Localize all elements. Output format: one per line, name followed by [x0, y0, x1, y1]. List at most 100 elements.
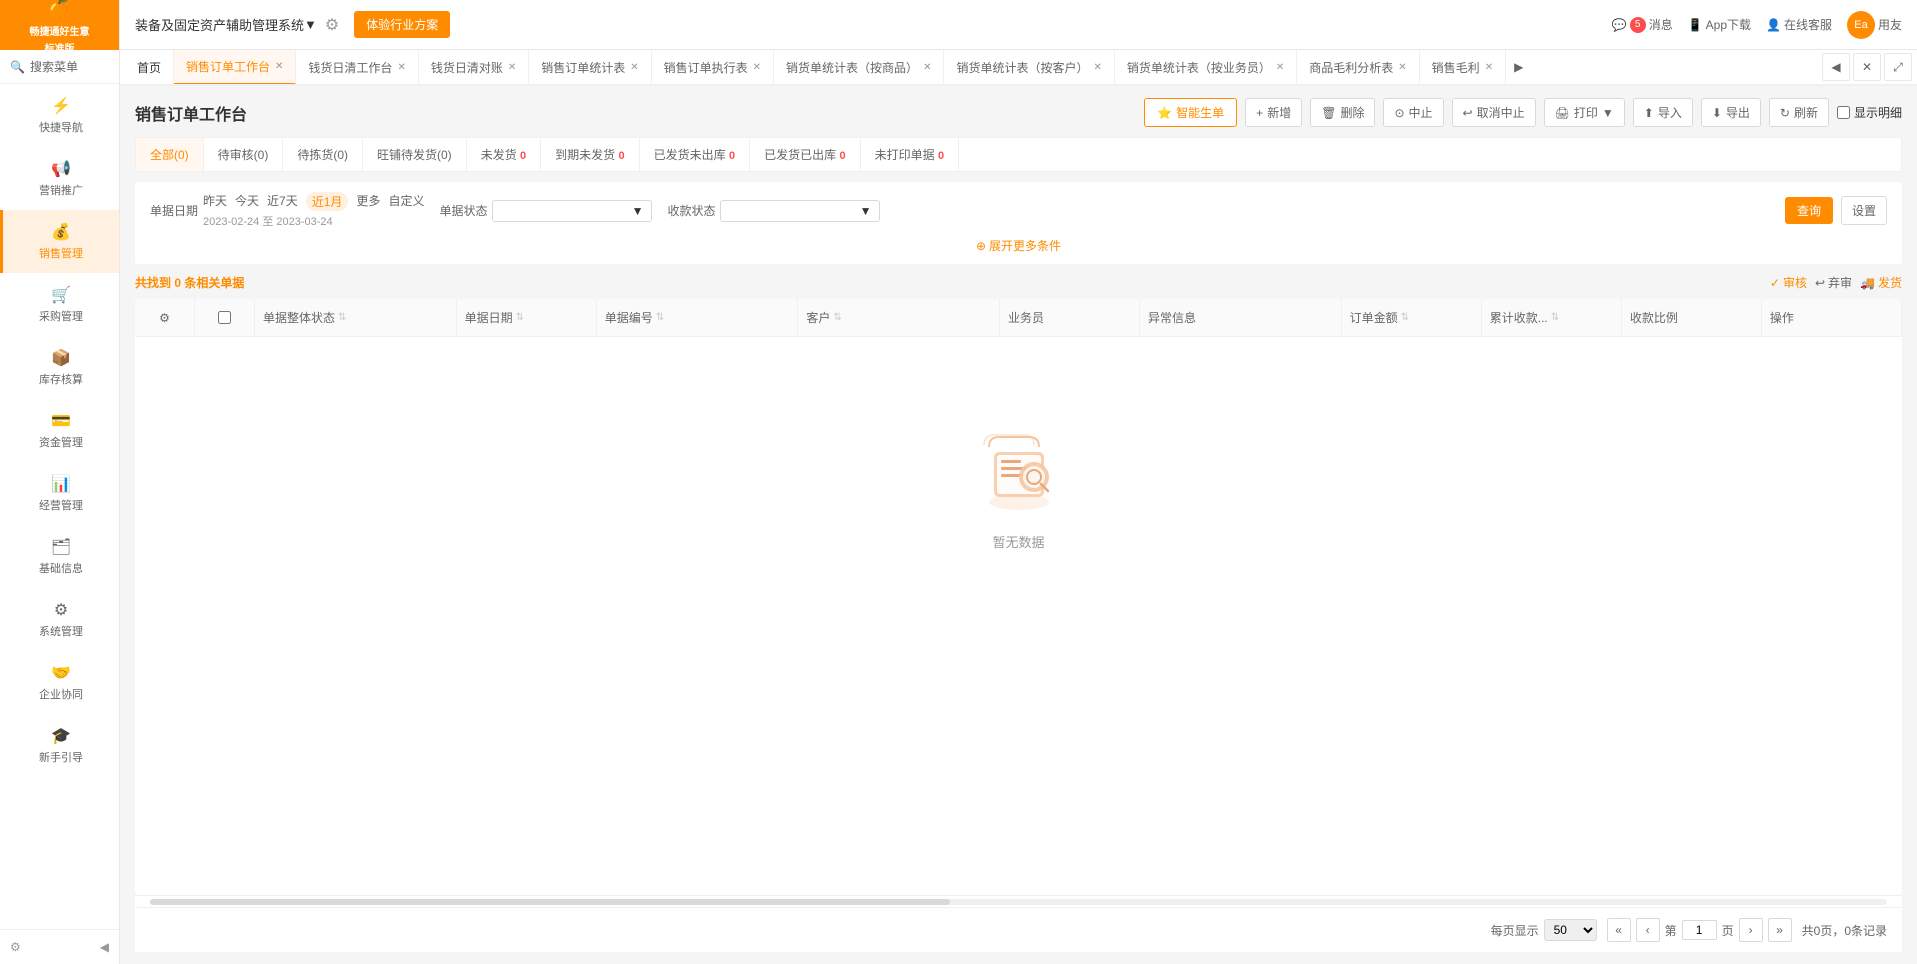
query-btn[interactable]: 查询 [1785, 197, 1833, 224]
tab-close-summary-staff[interactable]: ✕ [1276, 62, 1284, 73]
th-error[interactable]: 异常信息 [1140, 299, 1342, 336]
tab-summary-staff[interactable]: 销货单统计表（按业务员） ✕ [1115, 50, 1297, 85]
th-check[interactable] [195, 299, 255, 336]
filter-collect-select[interactable]: ▼ [720, 200, 880, 222]
tab-cash-daily[interactable]: 钱货日清工作台 ✕ [296, 50, 418, 85]
prev-page-btn[interactable]: ‹ [1636, 918, 1660, 942]
select-all-checkbox[interactable] [218, 311, 231, 324]
first-page-btn[interactable]: « [1607, 918, 1631, 942]
sidebar-item-marketing[interactable]: 📢 营销推广 [0, 147, 119, 210]
tab-close-all-btn[interactable]: ✕ [1853, 53, 1881, 81]
sidebar-item-operation[interactable]: 📊 经营管理 [0, 462, 119, 525]
sidebar-item-enterprise[interactable]: 🤝 企业协同 [0, 651, 119, 714]
tab-more-btn[interactable]: ▶ [1506, 60, 1531, 74]
sidebar-item-finance[interactable]: 💳 资金管理 [0, 399, 119, 462]
sub-tab-pending-review[interactable]: 待审核(0) [204, 138, 284, 171]
cancel-review-btn[interactable]: ↩ 弃审 [1815, 274, 1852, 291]
delete-btn[interactable]: 🗑 删除 [1310, 98, 1375, 127]
export-btn[interactable]: ⬇ 导出 [1701, 98, 1761, 127]
tab-close-cash-account[interactable]: ✕ [508, 62, 516, 73]
review-btn[interactable]: ✓ 审核 [1770, 274, 1807, 291]
sub-tab-shipped-not-out[interactable]: 已发货未出库 0 [640, 138, 750, 171]
th-amount[interactable]: 订单金额 ⇅ [1342, 299, 1482, 336]
th-ratio[interactable]: 收款比例 [1622, 299, 1762, 336]
th-staff[interactable]: 业务员 [1000, 299, 1140, 336]
filter-expand-btn[interactable]: ⊕ 展开更多条件 [976, 237, 1061, 254]
sidebar-item-sales[interactable]: 💰 销售管理 [0, 210, 119, 273]
date-7days[interactable]: 近7天 [267, 192, 298, 211]
tab-sales-exec[interactable]: 销售订单执行表 ✕ [652, 50, 774, 85]
show-detail-checkbox[interactable] [1837, 106, 1850, 119]
tab-close-sales-exec[interactable]: ✕ [753, 62, 761, 73]
tab-maximize-btn[interactable]: ⤢ [1884, 53, 1912, 81]
tab-sales-order[interactable]: 销售订单工作台 ✕ [174, 50, 296, 85]
tab-prev-btn[interactable]: ◀ [1822, 53, 1850, 81]
next-page-btn[interactable]: › [1739, 918, 1763, 942]
app-download-btn[interactable]: 📱 App下载 [1688, 16, 1751, 33]
tab-close-cash-daily[interactable]: ✕ [397, 62, 405, 73]
sub-tab-not-shipped[interactable]: 未发货 0 [467, 138, 541, 171]
filter-settings-btn[interactable]: 设置 [1841, 196, 1887, 225]
sidebar-item-purchase[interactable]: 🛒 采购管理 [0, 273, 119, 336]
stop-btn[interactable]: ⊙ 中止 [1383, 98, 1443, 127]
tab-close-sales-stats[interactable]: ✕ [630, 62, 638, 73]
tab-cash-account[interactable]: 钱货日清对账 ✕ [419, 50, 529, 85]
tab-close-summary-product[interactable]: ✕ [923, 62, 931, 73]
search-menu[interactable]: 🔍 搜索菜单 [0, 50, 119, 84]
th-settings[interactable]: ⚙ [135, 299, 195, 336]
th-collected[interactable]: 累计收款... ⇅ [1482, 299, 1622, 336]
sidebar-item-system[interactable]: ⚙ 系统管理 [0, 588, 119, 651]
experience-btn[interactable]: 体验行业方案 [354, 11, 450, 38]
import-btn[interactable]: ⬆ 导入 [1633, 98, 1693, 127]
user-btn[interactable]: Ea 用友 [1847, 11, 1902, 39]
tab-summary-product[interactable]: 销货单统计表（按商品） ✕ [774, 50, 944, 85]
message-btn[interactable]: 💬 5 消息 [1612, 16, 1673, 33]
scroll-bar[interactable] [135, 895, 1902, 907]
tab-close-sales-order[interactable]: ✕ [275, 61, 283, 72]
tab-goods-margin[interactable]: 商品毛利分析表 ✕ [1297, 50, 1419, 85]
system-dropdown-icon[interactable]: ▼ [304, 17, 317, 32]
filter-status-select[interactable]: ▼ [492, 200, 652, 222]
date-yesterday[interactable]: 昨天 [203, 192, 227, 211]
th-customer[interactable]: 客户 ⇅ [798, 299, 1000, 336]
refresh-btn[interactable]: ↻ 刷新 [1769, 98, 1829, 127]
sub-tab-all[interactable]: 全部(0) [136, 138, 204, 171]
ship-btn[interactable]: 🚚 发货 [1860, 274, 1902, 291]
tab-home[interactable]: 首页 [125, 50, 174, 85]
sidebar-item-guide[interactable]: 🎓 新手引导 [0, 714, 119, 777]
sidebar-item-quick-nav[interactable]: ⚡ 快捷导航 [0, 84, 119, 147]
tab-close-summary-customer[interactable]: ✕ [1093, 62, 1101, 73]
tab-close-sales-profit[interactable]: ✕ [1485, 62, 1493, 73]
sub-tab-wangpu-ship[interactable]: 旺铺待发货(0) [363, 138, 467, 171]
print-btn[interactable]: 🖨 打印 ▼ [1544, 98, 1625, 127]
sub-tab-not-printed[interactable]: 未打印单据 0 [861, 138, 959, 171]
top-settings-icon[interactable]: ⚙ [325, 15, 339, 35]
per-page-select[interactable]: 10 20 50 100 [1544, 919, 1597, 941]
tab-summary-customer[interactable]: 销货单统计表（按客户） ✕ [944, 50, 1114, 85]
date-custom[interactable]: 自定义 [388, 192, 424, 211]
tab-sales-profit[interactable]: 销售毛利 ✕ [1420, 50, 1506, 85]
settings-icon[interactable]: ⚙ [10, 940, 21, 954]
last-page-btn[interactable]: » [1768, 918, 1792, 942]
show-detail-label[interactable]: 显示明细 [1837, 104, 1902, 121]
tab-sales-stats[interactable]: 销售订单统计表 ✕ [529, 50, 651, 85]
date-today[interactable]: 今天 [235, 192, 259, 211]
sub-tab-overdue-ship[interactable]: 到期未发货 0 [541, 138, 639, 171]
scroll-thumb[interactable] [150, 899, 950, 905]
sidebar-item-basic[interactable]: 🗂 基础信息 [0, 525, 119, 588]
th-date[interactable]: 单据日期 ⇅ [457, 299, 597, 336]
sub-tab-shipped-out[interactable]: 已发货已出库 0 [750, 138, 860, 171]
date-1month[interactable]: 近1月 [306, 192, 349, 211]
tab-close-goods-margin[interactable]: ✕ [1398, 62, 1406, 73]
sub-tab-pending-inspect[interactable]: 待拣货(0) [283, 138, 363, 171]
online-service-btn[interactable]: 👤 在线客服 [1766, 16, 1832, 33]
page-number-input[interactable] [1682, 920, 1717, 940]
collapse-icon[interactable]: ◀ [100, 940, 109, 954]
date-more[interactable]: 更多 [356, 192, 380, 211]
sidebar-item-inventory[interactable]: 📦 库存核算 [0, 336, 119, 399]
cancel-stop-btn[interactable]: ↩ 取消中止 [1452, 98, 1536, 127]
add-btn[interactable]: + 新增 [1245, 98, 1302, 127]
th-code[interactable]: 单据编号 ⇅ [597, 299, 799, 336]
th-status[interactable]: 单据整体状态 ⇅ [255, 299, 457, 336]
smart-generate-btn[interactable]: ⭐ 智能生单 [1144, 98, 1237, 127]
